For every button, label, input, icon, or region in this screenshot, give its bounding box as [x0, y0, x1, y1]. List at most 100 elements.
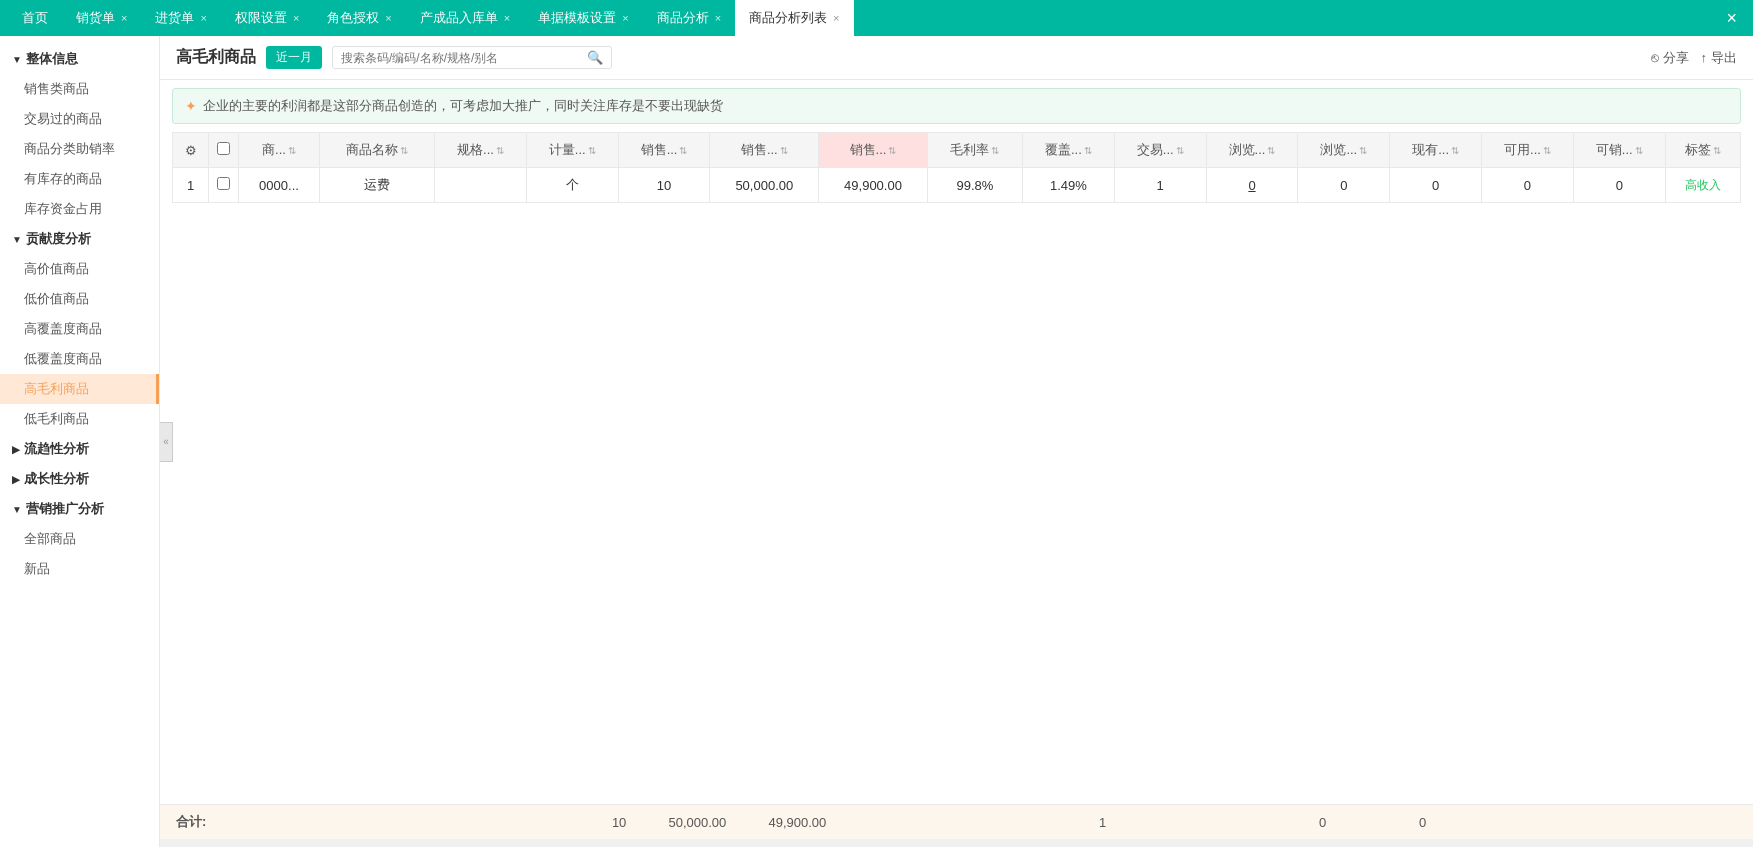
share-icon: ⎋ [1651, 50, 1659, 65]
period-button[interactable]: 近一月 [266, 46, 322, 69]
cell-checkbox[interactable] [209, 168, 239, 203]
nav-tab-template-close[interactable]: × [622, 12, 628, 24]
nav-tab-permissions[interactable]: 权限设置 × [221, 0, 313, 36]
row-checkbox[interactable] [217, 177, 230, 190]
nav-tab-analysis[interactable]: 商品分析 × [643, 0, 735, 36]
col-tag-sort-icon: ⇅ [1713, 145, 1721, 156]
sidebar-item-stock-goods[interactable]: 有库存的商品 [0, 164, 159, 194]
sidebar-item-low-margin[interactable]: 低毛利商品 [0, 404, 159, 434]
col-tag[interactable]: 标签 ⇅ [1665, 133, 1740, 168]
nav-close-all-button[interactable]: × [1718, 8, 1745, 29]
footer-sales-amount: 50,000.00 [646, 815, 726, 830]
page-title: 高毛利商品 [176, 47, 256, 68]
nav-tab-template[interactable]: 单据模板设置 × [524, 0, 642, 36]
select-all-checkbox[interactable] [217, 142, 230, 155]
export-button[interactable]: ↑ 导出 [1701, 49, 1738, 67]
cell-gross-margin: 99.8% [927, 168, 1022, 203]
nav-tab-analysis-list[interactable]: 商品分析列表 × [735, 0, 853, 36]
nav-tab-home[interactable]: 首页 [8, 0, 62, 36]
sidebar-item-traded-goods[interactable]: 交易过的商品 [0, 104, 159, 134]
sidebar-item-category-rate[interactable]: 商品分类助销率 [0, 134, 159, 164]
sidebar-item-high-value[interactable]: 高价值商品 [0, 254, 159, 284]
nav-tab-purchase-close[interactable]: × [200, 12, 206, 24]
data-table: ⚙ 商... ⇅ 商品名称 [172, 132, 1741, 203]
col-unit-label: 计量... [549, 141, 586, 159]
sidebar-item-low-value[interactable]: 低价值商品 [0, 284, 159, 314]
footer-bar: 合计: 10 50,000.00 49,900.00 1 0 0 [160, 804, 1753, 839]
search-icon[interactable]: 🔍 [587, 50, 603, 65]
cell-unit: 个 [526, 168, 618, 203]
sidebar-item-all-goods[interactable]: 全部商品 [0, 524, 159, 554]
sidebar-item-high-margin[interactable]: 高毛利商品 [0, 374, 159, 404]
cell-sales-cost: 49,900.00 [819, 168, 928, 203]
cell-browse1[interactable]: 0 [1206, 168, 1298, 203]
col-current-stock[interactable]: 现有... ⇅ [1390, 133, 1482, 168]
bottom-scrollbar[interactable] [160, 839, 1753, 847]
col-sales-qty[interactable]: 销售... ⇅ [618, 133, 710, 168]
share-button[interactable]: ⎋ 分享 [1651, 49, 1689, 67]
col-coverage[interactable]: 覆盖... ⇅ [1022, 133, 1114, 168]
col-settings[interactable]: ⚙ [173, 133, 209, 168]
col-name[interactable]: 商品名称 ⇅ [319, 133, 434, 168]
tip-text: 企业的主要的利润都是这部分商品创造的，可考虑加大推广，同时关注库存是不要出现缺货 [203, 97, 723, 115]
nav-tab-template-label: 单据模板设置 [538, 9, 616, 27]
col-spec[interactable]: 规格... ⇅ [435, 133, 527, 168]
col-gross-margin[interactable]: 毛利率 ⇅ [927, 133, 1022, 168]
col-sales-amount-sort-icon: ⇅ [780, 145, 788, 156]
browse1-link[interactable]: 0 [1248, 178, 1255, 193]
nav-tab-sales-close[interactable]: × [121, 12, 127, 24]
col-tag-label: 标签 [1685, 141, 1711, 159]
nav-tab-analysis-close[interactable]: × [715, 12, 721, 24]
sidebar-group-marketing-label: 营销推广分析 [26, 500, 104, 518]
nav-tab-home-label: 首页 [22, 9, 48, 27]
sidebar-group-marketing[interactable]: ▼ 营销推广分析 [0, 494, 159, 524]
sidebar-group-growth[interactable]: ▶ 成长性分析 [0, 464, 159, 494]
col-available-sort-icon: ⇅ [1543, 145, 1551, 156]
sidebar-group-growth-arrow: ▶ [12, 474, 20, 485]
col-available[interactable]: 可用... ⇅ [1482, 133, 1574, 168]
top-nav: 首页 销货单 × 进货单 × 权限设置 × 角色授权 × 产成品入库单 × 单据… [0, 0, 1753, 36]
sidebar-item-high-coverage[interactable]: 高覆盖度商品 [0, 314, 159, 344]
sidebar-group-trend[interactable]: ▶ 流趋性分析 [0, 434, 159, 464]
col-sales-cost[interactable]: 销售... ⇅ [819, 133, 928, 168]
col-transaction[interactable]: 交易... ⇅ [1114, 133, 1206, 168]
sidebar-group-overall[interactable]: ▼ 整体信息 [0, 44, 159, 74]
col-coverage-label: 覆盖... [1045, 141, 1082, 159]
nav-tab-roles-close[interactable]: × [385, 12, 391, 24]
sidebar-item-stock-capital[interactable]: 库存资金占用 [0, 194, 159, 224]
sidebar-group-contribution-label: 贡献度分析 [26, 230, 91, 248]
share-label: 分享 [1663, 49, 1689, 67]
col-unit[interactable]: 计量... ⇅ [526, 133, 618, 168]
search-input[interactable] [341, 51, 587, 65]
col-gross-margin-label: 毛利率 [950, 141, 989, 159]
nav-tab-warehouse[interactable]: 产成品入库单 × [406, 0, 524, 36]
search-input-wrap: 🔍 [332, 46, 612, 69]
col-checkbox[interactable] [209, 133, 239, 168]
sidebar-collapse-button[interactable]: « [160, 422, 173, 462]
data-table-wrap: ⚙ 商... ⇅ 商品名称 [172, 132, 1741, 804]
col-browse2[interactable]: 浏览... ⇅ [1298, 133, 1390, 168]
export-label: 导出 [1711, 49, 1737, 67]
sidebar-item-new-goods[interactable]: 新品 [0, 554, 159, 584]
cell-code: 0000... [239, 168, 320, 203]
cell-tag: 高收入 [1665, 168, 1740, 203]
nav-tab-sales[interactable]: 销货单 × [62, 0, 141, 36]
sidebar-item-low-coverage[interactable]: 低覆盖度商品 [0, 344, 159, 374]
nav-tab-permissions-close[interactable]: × [293, 12, 299, 24]
col-sales-amount[interactable]: 销售... ⇅ [710, 133, 819, 168]
cell-transaction: 1 [1114, 168, 1206, 203]
nav-tab-analysis-list-close[interactable]: × [833, 12, 839, 24]
nav-tab-purchase[interactable]: 进货单 × [141, 0, 220, 36]
col-browse2-sort-icon: ⇅ [1359, 145, 1367, 156]
sidebar-item-sales-goods[interactable]: 销售类商品 [0, 74, 159, 104]
col-browse1[interactable]: 浏览... ⇅ [1206, 133, 1298, 168]
sidebar: ▼ 整体信息 销售类商品 交易过的商品 商品分类助销率 有库存的商品 库存资金占… [0, 36, 160, 847]
sidebar-group-contribution[interactable]: ▼ 贡献度分析 [0, 224, 159, 254]
cell-name: 运费 [319, 168, 434, 203]
nav-tab-roles[interactable]: 角色授权 × [313, 0, 405, 36]
nav-tab-warehouse-close[interactable]: × [504, 12, 510, 24]
tag-badge: 高收入 [1685, 178, 1721, 192]
col-sellable[interactable]: 可销... ⇅ [1573, 133, 1665, 168]
export-icon: ↑ [1701, 50, 1708, 65]
col-code[interactable]: 商... ⇅ [239, 133, 320, 168]
